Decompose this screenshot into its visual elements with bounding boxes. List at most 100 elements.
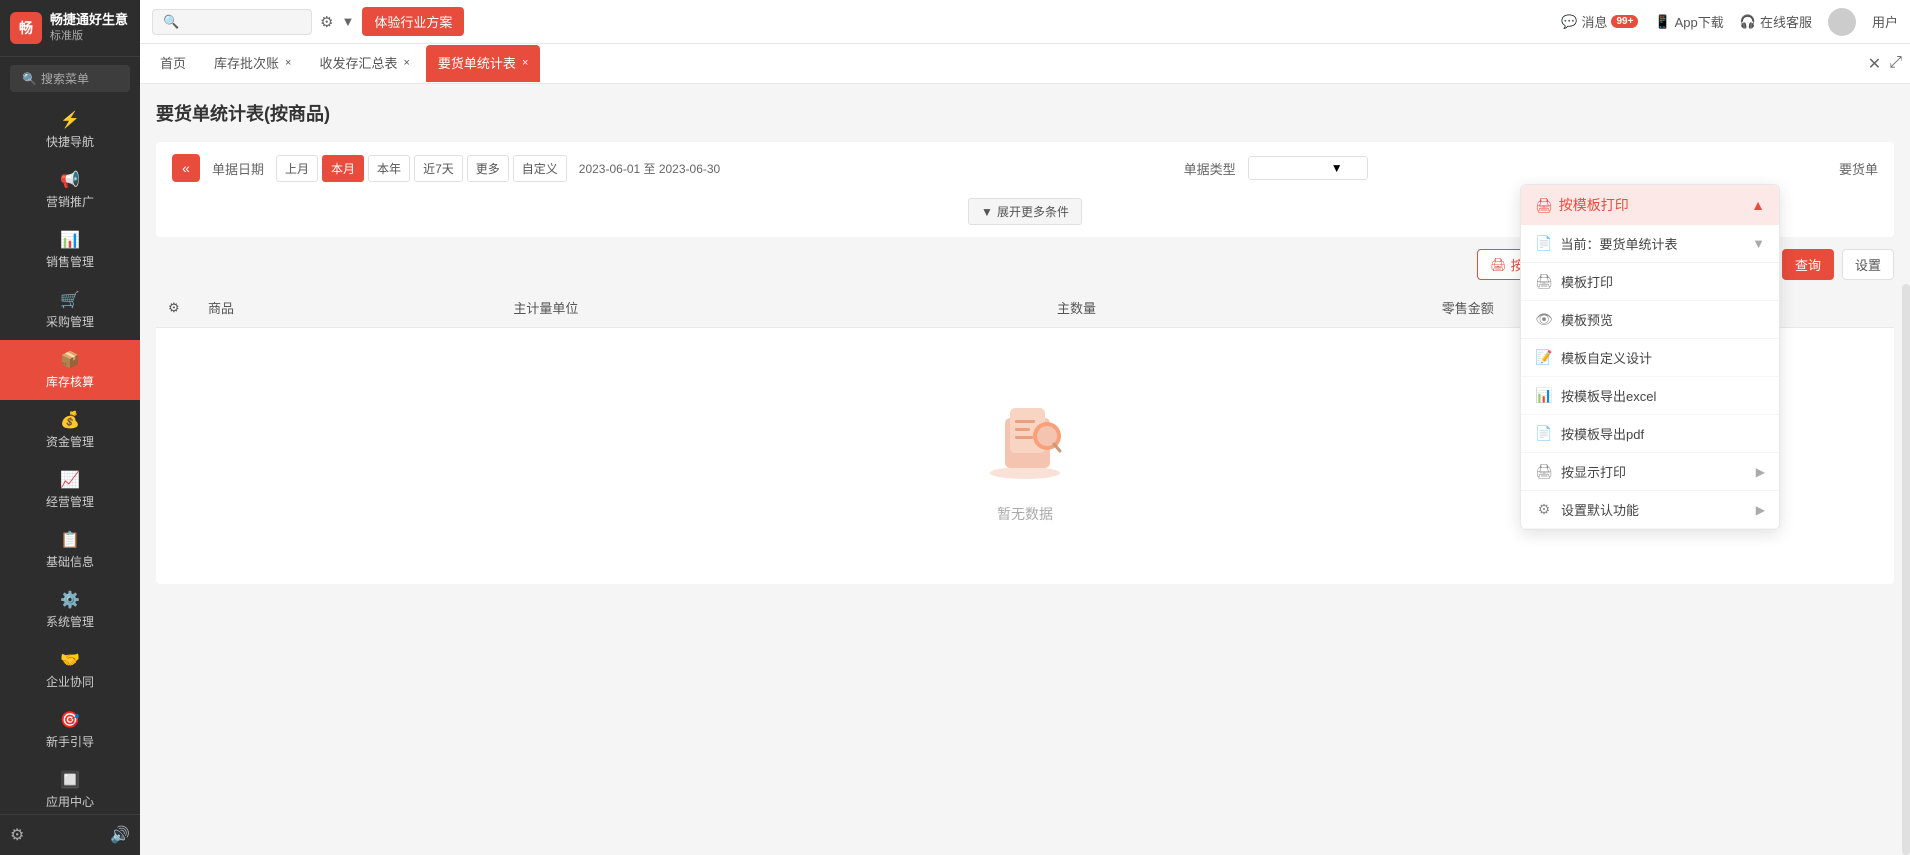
collab-icon: 🤝 <box>60 650 80 670</box>
topbar-chevron-icon[interactable]: ▼ <box>341 14 354 29</box>
settings-footer-icon[interactable]: ⚙ <box>10 825 24 845</box>
sidebar-item-label: 系统管理 <box>46 613 94 630</box>
purchase-icon: 🛒 <box>60 290 80 310</box>
expand-window-btn[interactable]: ⤢ <box>1889 54 1902 74</box>
print-icon: 🖨 <box>1490 257 1507 273</box>
topbar-search-icon: 🔍 <box>163 14 179 30</box>
app-logo-icon: 畅 <box>10 12 42 44</box>
sidebar-search-box[interactable]: 🔍 搜索菜单 <box>10 65 130 92</box>
sidebar-item-label: 应用中心 <box>46 793 94 810</box>
set-default-icon: ⚙ <box>1535 501 1553 518</box>
dropdown-item-set-default[interactable]: ⚙ 设置默认功能 ▶ <box>1521 491 1779 529</box>
sales-icon: 📊 <box>60 230 80 250</box>
sidebar-search-area[interactable]: 🔍 搜索菜单 <box>0 57 140 100</box>
sidebar-item-guide[interactable]: 🎯 新手引导 <box>0 700 140 760</box>
dropdown-item-display-print[interactable]: 🖨 按显示打印 ▶ <box>1521 453 1779 491</box>
topbar-gear-icon[interactable]: ⚙ <box>320 13 333 31</box>
sidebar-item-label: 新手引导 <box>46 733 94 750</box>
date-btn-this-month[interactable]: 本月 <box>322 155 364 182</box>
tabs-right-controls: ✕ ⤢ <box>1868 54 1902 74</box>
sidebar-item-sales[interactable]: 📊 销售管理 <box>0 220 140 280</box>
order-type-select[interactable]: ▼ <box>1248 156 1368 180</box>
empty-text: 暂无数据 <box>997 504 1053 524</box>
dropdown-item-export-pdf[interactable]: 📄 按模板导出pdf <box>1521 415 1779 453</box>
template-print-icon: 🖨 <box>1535 273 1553 290</box>
dropdown-print-icon: 🖨 <box>1535 197 1553 214</box>
topbar-search-input[interactable] <box>179 15 299 29</box>
topbar-search-box[interactable]: 🔍 <box>152 9 312 35</box>
dropdown-item-template-custom[interactable]: 📝 模板自定义设计 <box>1521 339 1779 377</box>
sidebar-item-app-center[interactable]: 🔲 应用中心 <box>0 760 140 814</box>
current-label-text: 当前：要货单统计表 <box>1560 234 1677 253</box>
sidebar-item-quick-nav[interactable]: ⚡ 快捷导航 <box>0 100 140 160</box>
message-label: 消息 <box>1581 12 1607 31</box>
sidebar-item-marketing[interactable]: 📢 营销推广 <box>0 160 140 220</box>
set-default-chevron: ▶ <box>1756 503 1765 517</box>
export-pdf-label: 按模板导出pdf <box>1561 424 1644 443</box>
set-default-label: 设置默认功能 <box>1561 500 1639 519</box>
topbar: 🔍 ⚙ ▼ 体验行业方案 💬 消息 99+ 📱 App下载 🎧 在线客服 用户 <box>140 0 1910 44</box>
tab-order-summary[interactable]: 要货单统计表 × <box>426 45 540 82</box>
avatar[interactable] <box>1828 8 1856 36</box>
sidebar-item-label: 销售管理 <box>46 253 94 270</box>
guide-icon: 🎯 <box>60 710 80 730</box>
date-btn-7days[interactable]: 近7天 <box>414 155 463 182</box>
app-download-item[interactable]: 📱 App下载 <box>1654 12 1723 31</box>
app-download-icon: 📱 <box>1654 14 1670 30</box>
dropdown-item-template-preview[interactable]: 👁 模板预览 <box>1521 301 1779 339</box>
tab-inventory-batch[interactable]: 库存批次账 × <box>202 45 303 82</box>
expand-more-label: 展开更多条件 <box>997 203 1069 220</box>
dropdown-item-export-excel[interactable]: 📊 按模板导出excel <box>1521 377 1779 415</box>
message-icon: 💬 <box>1561 14 1577 30</box>
print-dropdown: 🖨 按模板打印 ▲ 📄 当前：要货单统计表 ▼ 🖨 模板打印 👁 模板预览 📝 <box>1520 184 1780 530</box>
expand-chevron-icon: ▼ <box>981 205 993 219</box>
date-group: 上月 本月 本年 近7天 更多 自定义 <box>276 155 567 182</box>
main-area: 🔍 ⚙ ▼ 体验行业方案 💬 消息 99+ 📱 App下载 🎧 在线客服 用户 <box>140 0 1910 855</box>
service-icon: 🎧 <box>1740 14 1756 30</box>
settings-btn[interactable]: 设置 <box>1842 249 1894 280</box>
online-service-item[interactable]: 🎧 在线客服 <box>1740 12 1812 31</box>
sidebar-item-label: 基础信息 <box>46 553 94 570</box>
sidebar-item-collab[interactable]: 🤝 企业协同 <box>0 640 140 700</box>
tab-collection-summary[interactable]: 收发存汇总表 × <box>307 45 421 82</box>
tab-inventory-batch-label: 库存批次账 <box>214 53 279 72</box>
order-type-label: 单据类型 <box>1184 159 1236 178</box>
date-btn-last-month[interactable]: 上月 <box>276 155 318 182</box>
sidebar-search-label: 搜索菜单 <box>41 70 89 87</box>
page-content: 要货单统计表(按商品) « 单据日期 上月 本月 本年 近7天 更多 自定义 2… <box>140 84 1910 855</box>
sidebar-item-basic[interactable]: 📋 基础信息 <box>0 520 140 580</box>
sidebar-item-inventory[interactable]: 📦 库存核算 <box>0 340 140 400</box>
tab-inventory-batch-close[interactable]: × <box>285 57 291 69</box>
date-btn-this-year[interactable]: 本年 <box>368 155 410 182</box>
tab-collection-close[interactable]: × <box>403 57 409 69</box>
set-default-left: ⚙ 设置默认功能 <box>1535 500 1639 519</box>
sidebar-item-purchase[interactable]: 🛒 采购管理 <box>0 280 140 340</box>
template-print-label: 模板打印 <box>1561 272 1613 291</box>
dropdown-chevron-icon[interactable]: ▲ <box>1751 197 1765 213</box>
date-btn-more[interactable]: 更多 <box>467 155 509 182</box>
filter-expand-btn[interactable]: « <box>172 154 200 182</box>
message-badge: 99+ <box>1611 15 1638 28</box>
sidebar-item-label: 快捷导航 <box>46 133 94 150</box>
volume-icon[interactable]: 🔊 <box>110 825 130 845</box>
sidebar-item-system[interactable]: ⚙️ 系统管理 <box>0 580 140 640</box>
display-print-left: 🖨 按显示打印 <box>1535 462 1626 481</box>
sidebar-item-label: 采购管理 <box>46 313 94 330</box>
tab-home[interactable]: 首页 <box>148 45 198 82</box>
close-window-btn[interactable]: ✕ <box>1868 54 1881 74</box>
app-download-label: App下载 <box>1675 12 1724 31</box>
query-btn[interactable]: 查询 <box>1782 249 1834 280</box>
expand-more-btn[interactable]: ▼ 展开更多条件 <box>968 198 1082 225</box>
th-gear[interactable]: ⚙ <box>156 288 196 328</box>
tab-order-close[interactable]: × <box>522 57 528 69</box>
date-btn-custom[interactable]: 自定义 <box>513 155 567 182</box>
message-item[interactable]: 💬 消息 99+ <box>1561 12 1638 31</box>
right-scrollbar[interactable] <box>1902 284 1910 855</box>
trial-btn[interactable]: 体验行业方案 <box>362 7 464 36</box>
dropdown-header[interactable]: 🖨 按模板打印 ▲ <box>1521 185 1779 225</box>
sidebar-item-finance[interactable]: 💰 资金管理 <box>0 400 140 460</box>
operation-icon: 📈 <box>60 470 80 490</box>
sidebar-item-operation[interactable]: 📈 经营管理 <box>0 460 140 520</box>
export-pdf-icon: 📄 <box>1535 425 1553 442</box>
dropdown-item-template-print[interactable]: 🖨 模板打印 <box>1521 263 1779 301</box>
